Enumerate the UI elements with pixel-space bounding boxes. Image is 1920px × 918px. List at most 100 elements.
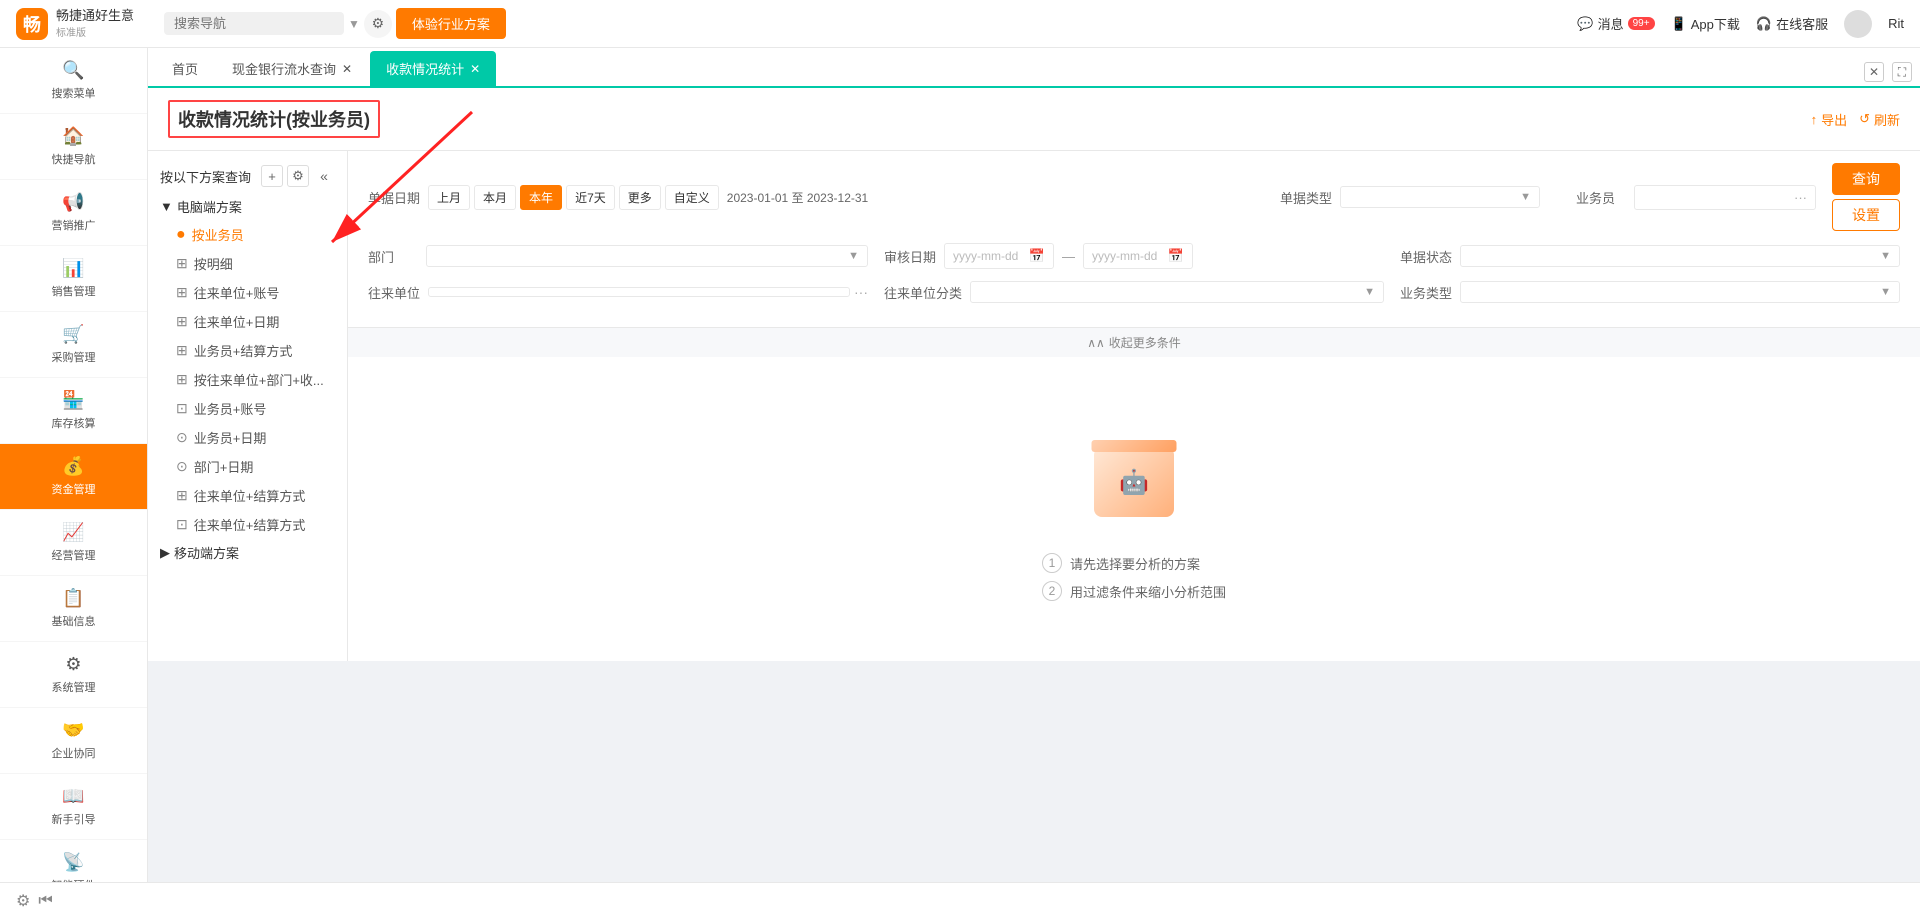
salesperson-label: 业务员 (1576, 188, 1626, 207)
bottom-collapse-icon[interactable]: ⏮ (38, 892, 52, 910)
dept-label: 部门 (368, 247, 418, 266)
sidebar-label-marketing: 营销推广 (52, 217, 96, 233)
tab-home[interactable]: 首页 (156, 51, 214, 86)
collapse-bar[interactable]: ∧∧ 收起更多条件 (348, 327, 1920, 357)
review-date-start[interactable]: yyyy-mm-dd 📅 (944, 243, 1054, 269)
review-date-label: 审核日期 (884, 247, 936, 266)
nav-settings-icon[interactable]: ⚙ (364, 10, 392, 38)
scheme-add-button[interactable]: + (261, 165, 283, 187)
sidebar-item-inventory[interactable]: 🏪 库存核算 (0, 378, 147, 444)
doc-status-label: 单据状态 (1400, 247, 1452, 266)
partner-more-icon[interactable]: ··· (854, 284, 868, 300)
export-button[interactable]: ↑ 导出 (1811, 110, 1848, 129)
biz-type-field: 业务类型 ▼ (1400, 281, 1900, 303)
scheme-header-icons: + ⚙ « (261, 165, 335, 187)
maximize-window-button[interactable]: ⛶ (1892, 62, 1912, 82)
logo-name: 畅捷通好生意 (56, 8, 134, 25)
review-date-end[interactable]: yyyy-mm-dd 📅 (1083, 243, 1193, 269)
scheme-item-salesperson_payment[interactable]: ⊞业务员+结算方式 (148, 336, 347, 365)
scheme-settings-button[interactable]: ⚙ (287, 165, 309, 187)
logo-edition: 标准版 (56, 24, 134, 39)
marketing-icon: 📢 (62, 192, 84, 213)
doc-type-field: 单据类型 ▼ (1280, 186, 1560, 208)
message-button[interactable]: 💬 消息 99+ (1577, 14, 1654, 33)
scheme-header-label: 按以下方案查询 (160, 167, 251, 186)
sidebar-item-purchase[interactable]: 🛒 采购管理 (0, 312, 147, 378)
partner-select[interactable] (428, 287, 850, 297)
sidebar-item-finance[interactable]: 💰 资金管理 (0, 444, 147, 510)
tab-close-collection[interactable]: ✕ (470, 62, 480, 76)
date-label: 单据日期 (368, 188, 420, 207)
biz-type-select[interactable]: ▼ (1460, 281, 1900, 303)
scheme-item-icon-partner_payment2: ⊡ (176, 516, 188, 533)
trial-button[interactable]: 体验行业方案 (396, 8, 506, 39)
operation-icon: 📈 (62, 522, 84, 543)
dept-select[interactable]: ▼ (426, 245, 868, 267)
sidebar-item-basic[interactable]: 📋 基础信息 (0, 576, 147, 642)
doc-status-select[interactable]: ▼ (1460, 245, 1900, 267)
scheme-item-partner_payment1[interactable]: ⊞往来单位+结算方式 (148, 481, 347, 510)
scheme-item-partner_dept_collect[interactable]: ⊞按往来单位+部门+收... (148, 365, 347, 394)
bottom-bar: ⚙ ⏮ (0, 882, 1920, 918)
sidebar-item-beginner[interactable]: 📖 新手引导 (0, 774, 147, 840)
scheme-collapse-button[interactable]: « (313, 165, 335, 187)
scheme-item-salesperson_account[interactable]: ⊡业务员+账号 (148, 394, 347, 423)
empty-state: 🤖 1 请先选择要分析的方案 2 (348, 357, 1920, 661)
scheme-item-label-partner_dept_collect: 按往来单位+部门+收... (194, 370, 324, 389)
sidebar-item-system[interactable]: ⚙ 系统管理 (0, 642, 147, 708)
scheme-item-partner_payment2[interactable]: ⊡往来单位+结算方式 (148, 510, 347, 539)
scheme-panel: 按以下方案查询 + ⚙ « ▼ 电脑端方案 ●按业务员⊞按明细⊞往来单位+账号⊞… (148, 151, 348, 661)
date-range-text: 2023-01-01 至 2023-12-31 (727, 189, 868, 206)
top-nav: ▼ ⚙ 体验行业方案 (164, 8, 1577, 39)
date-btn-this-year[interactable]: 本年 (520, 185, 562, 210)
scheme-item-by_salesperson[interactable]: ●按业务员 (148, 220, 347, 249)
sidebar-item-search[interactable]: 🔍 搜索菜单 (0, 48, 147, 114)
sidebar-label-search: 搜索菜单 (52, 85, 96, 101)
date-btn-last-month[interactable]: 上月 (428, 185, 470, 210)
tab-close-bank[interactable]: ✕ (342, 62, 352, 76)
refresh-button[interactable]: ↺ 刷新 (1859, 110, 1900, 129)
scheme-item-by_detail[interactable]: ⊞按明细 (148, 249, 347, 278)
calendar-end-icon[interactable]: 📅 (1168, 248, 1184, 264)
calendar-start-icon[interactable]: 📅 (1029, 248, 1045, 264)
sidebar-item-enterprise[interactable]: 🤝 企业协同 (0, 708, 147, 774)
scheme-item-icon-partner_account: ⊞ (176, 284, 188, 301)
settings-button[interactable]: 设置 (1832, 199, 1900, 231)
page-header: 收款情况统计(按业务员) ↑ 导出 ↺ 刷新 (148, 88, 1920, 151)
app-download-button[interactable]: 📱 App下载 (1671, 14, 1740, 33)
sidebar-label-finance: 资金管理 (52, 481, 96, 497)
tab-bar-right: ✕ ⛶ (1864, 62, 1912, 86)
query-button[interactable]: 查询 (1832, 163, 1900, 195)
avatar[interactable] (1844, 10, 1872, 38)
scheme-group-arrow-desktop: ▼ (160, 199, 173, 214)
scheme-item-dept_date[interactable]: ⊙部门+日期 (148, 452, 347, 481)
partner-category-select[interactable]: ▼ (970, 281, 1384, 303)
sidebar-item-marketing[interactable]: 📢 营销推广 (0, 180, 147, 246)
empty-illustration: 🤖 (1074, 417, 1194, 537)
salesperson-select[interactable]: ··· (1634, 185, 1816, 210)
collapse-label: 收起更多条件 (1109, 334, 1181, 351)
sidebar-item-sales[interactable]: 📊 销售管理 (0, 246, 147, 312)
sidebar-label-purchase: 采购管理 (52, 349, 96, 365)
filter-row-1: 单据日期 上月 本月 本年 近7天 更多 自定义 2023-01-01 至 20… (368, 163, 1900, 231)
sidebar-item-shortcut[interactable]: 🏠 快捷导航 (0, 114, 147, 180)
tab-label-collection: 收款情况统计 (386, 59, 464, 78)
scheme-item-salesperson_date[interactable]: ⊙业务员+日期 (148, 423, 347, 452)
scheme-item-partner_date[interactable]: ⊞往来单位+日期 (148, 307, 347, 336)
nav-search-input[interactable] (164, 12, 344, 35)
scheme-group-header-mobile[interactable]: ▶ 移动端方案 (148, 539, 347, 566)
date-btn-custom[interactable]: 自定义 (665, 185, 719, 210)
online-service-button[interactable]: 🎧 在线客服 (1756, 14, 1828, 33)
scheme-item-partner_account[interactable]: ⊞往来单位+账号 (148, 278, 347, 307)
nav-dropdown-icon[interactable]: ▼ (348, 17, 360, 31)
date-btn-this-month[interactable]: 本月 (474, 185, 516, 210)
date-btn-more[interactable]: 更多 (619, 185, 661, 210)
close-window-button[interactable]: ✕ (1864, 62, 1884, 82)
scheme-group-header-desktop[interactable]: ▼ 电脑端方案 (148, 193, 347, 220)
date-btn-7days[interactable]: 近7天 (566, 185, 615, 210)
doc-type-select[interactable]: ▼ (1340, 186, 1540, 208)
sidebar-item-operation[interactable]: 📈 经营管理 (0, 510, 147, 576)
tab-collection[interactable]: 收款情况统计 ✕ (370, 51, 496, 86)
tab-bank[interactable]: 现金银行流水查询✕ (216, 51, 368, 86)
bottom-settings-icon[interactable]: ⚙ (16, 891, 30, 911)
